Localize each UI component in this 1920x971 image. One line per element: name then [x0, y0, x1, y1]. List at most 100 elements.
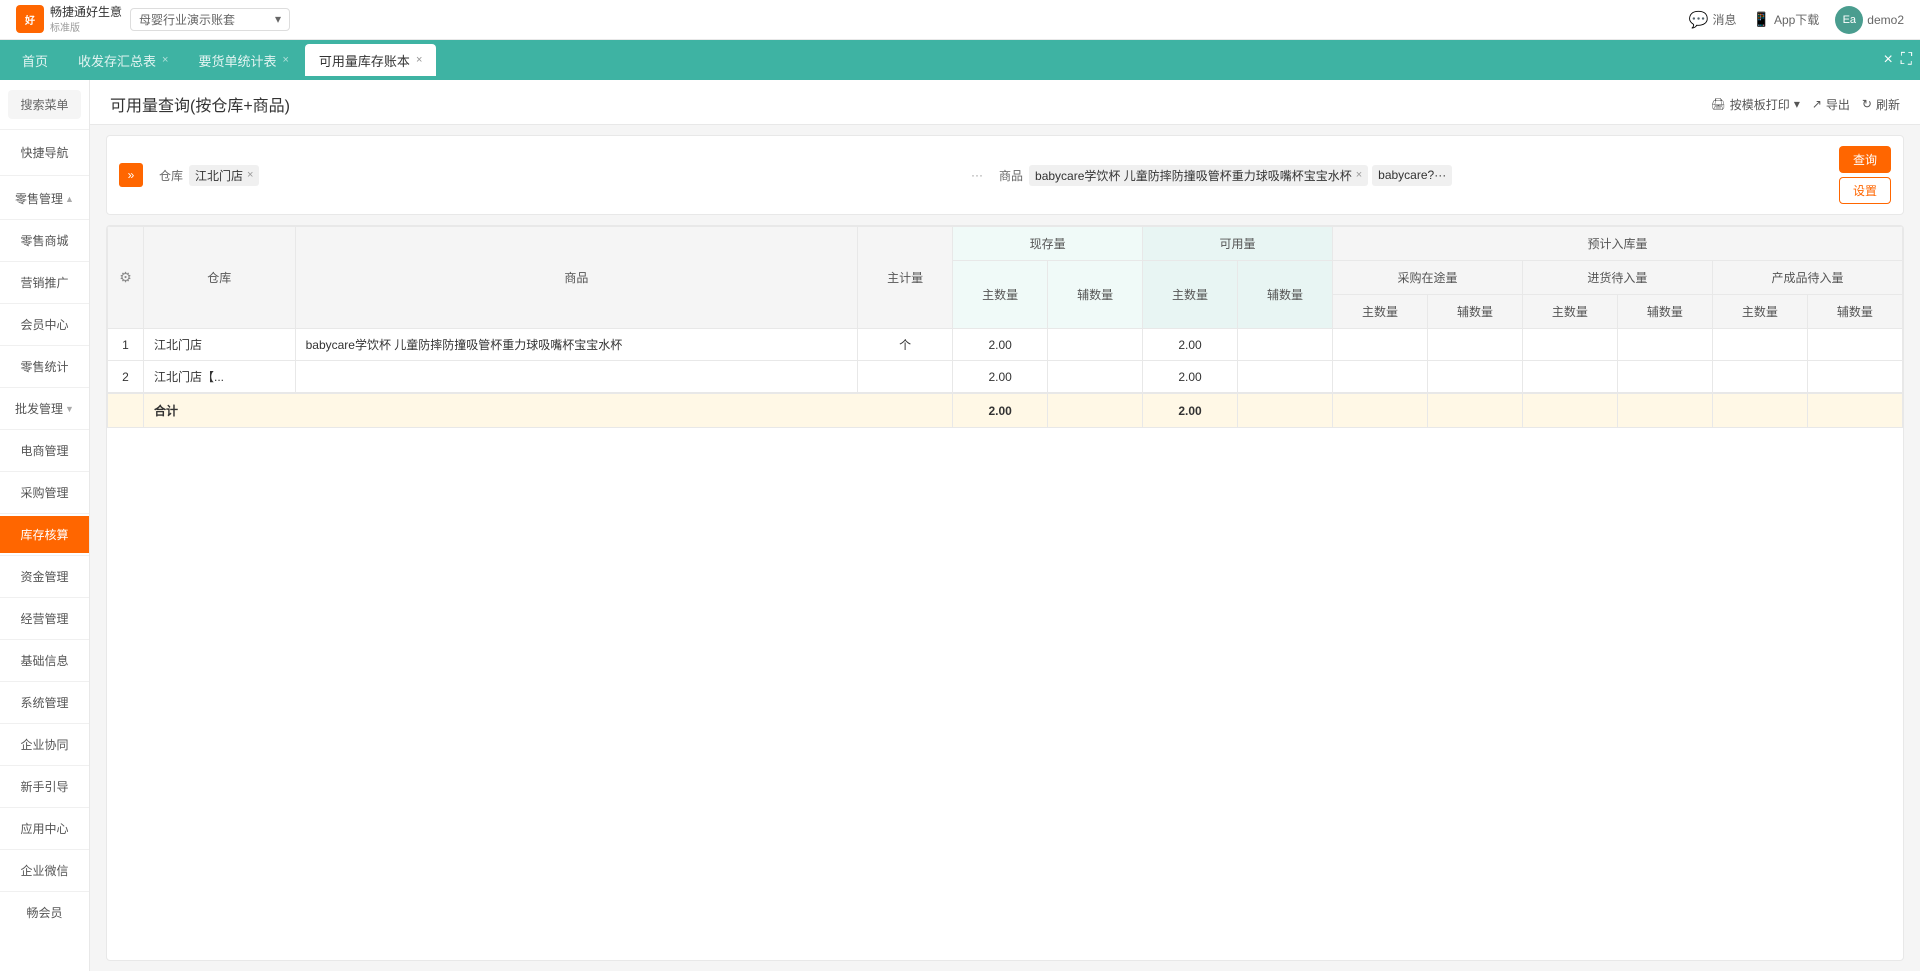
tab-order-summary-close[interactable]: × [282, 54, 288, 66]
filter-bar: » 仓库 江北门店 × ··· 商品 babycare学饮杯 儿童防摔防撞吸管杯… [106, 135, 1904, 215]
warehouse-tag-close[interactable]: × [247, 169, 253, 181]
th-purchase-transit-aux: 辅数量 [1427, 295, 1522, 329]
cell-purchase-transit-aux [1427, 361, 1522, 394]
divider [0, 345, 89, 346]
sidebar-quick-nav-item[interactable]: 快捷导航 [0, 136, 89, 169]
tab-order-summary-label: 要货单统计表 [198, 51, 276, 70]
sidebar-item-basic-info[interactable]: 基础信息 [0, 642, 89, 679]
sidebar-item-retail-mgmt[interactable]: 零售管理 ▲ [0, 180, 89, 217]
sidebar-item-vip-member-label: 畅会员 [26, 906, 62, 920]
cell-purchase-transit-aux [1427, 329, 1522, 361]
th-incoming-main: 主数量 [1522, 295, 1617, 329]
sidebar-item-retail-mall[interactable]: 零售商城 [0, 222, 89, 259]
product-tag-babycare: babycare学饮杯 儿童防摔防撞吸管杯重力球吸嘴杯宝宝水杯 × [1029, 165, 1368, 186]
close-all-tabs-button[interactable]: × [1883, 51, 1892, 69]
cell-incoming-aux [1617, 361, 1712, 394]
footer-label: 合计 [144, 393, 953, 428]
filter-expand-button[interactable]: » [119, 163, 143, 187]
app-download-button[interactable]: 📱 App下载 [1753, 11, 1820, 28]
th-unit: 主计量 [858, 227, 953, 329]
sidebar-item-marketing-label: 营销推广 [20, 276, 68, 290]
sidebar-item-system-mgmt[interactable]: 系统管理 [0, 684, 89, 721]
sidebar-item-member-center[interactable]: 会员中心 [0, 306, 89, 343]
sidebar-item-ecommerce-mgmt[interactable]: 电商管理 [0, 432, 89, 469]
page-header: 可用量查询(按仓库+商品) 🖨 按模板打印 ▾ ↗ 导出 ↻ 刷新 [90, 80, 1920, 125]
refresh-button[interactable]: ↻ 刷新 [1862, 96, 1900, 113]
tab-home[interactable]: 首页 [8, 44, 62, 76]
query-button[interactable]: 查询 [1839, 146, 1891, 173]
print-label: 按模板打印 [1730, 96, 1790, 113]
sidebar-search: 搜索菜单 [0, 80, 89, 130]
main-layout: 搜索菜单 快捷导航 零售管理 ▲ 零售商城 营销推广 会员中心 零售 [0, 80, 1920, 971]
sidebar-item-operations-mgmt[interactable]: 经营管理 [0, 600, 89, 637]
cell-available-main: 2.00 [1143, 361, 1238, 394]
sidebar-item-new-guide[interactable]: 新手引导 [0, 768, 89, 805]
th-incoming-group: 进货待入量 [1522, 261, 1712, 295]
tab-home-label: 首页 [22, 51, 48, 70]
table-scroll[interactable]: ⚙ 仓库 商品 主计量 现存量 可用量 预计入库量 主数量 辅数量 [107, 226, 1903, 428]
export-icon: ↗ [1812, 97, 1822, 111]
sidebar: 搜索菜单 快捷导航 零售管理 ▲ 零售商城 营销推广 会员中心 零售 [0, 80, 90, 971]
tab-receipt-summary-close[interactable]: × [162, 54, 168, 66]
cell-production-aux [1807, 361, 1902, 394]
avatar: Ea [1835, 6, 1863, 34]
divider [0, 723, 89, 724]
product-tag-close[interactable]: × [1356, 169, 1362, 181]
sidebar-item-operations-mgmt-label: 经营管理 [20, 612, 68, 626]
product-filter-tags: babycare学饮杯 儿童防摔防撞吸管杯重力球吸嘴杯宝宝水杯 × babyca… [1029, 165, 1823, 186]
user-area[interactable]: Ea demo2 [1835, 6, 1904, 34]
cell-unit: 个 [858, 329, 953, 361]
data-table: ⚙ 仓库 商品 主计量 现存量 可用量 预计入库量 主数量 辅数量 [107, 226, 1903, 428]
sidebar-item-marketing[interactable]: 营销推广 [0, 264, 89, 301]
warehouse-filter-tags: 江北门店 × [189, 165, 965, 186]
sidebar-item-purchase-mgmt[interactable]: 采购管理 [0, 474, 89, 511]
sidebar-item-inventory-check[interactable]: 库存核算 [0, 516, 89, 553]
top-bar: 好 畅捷通好生意 标准版 母婴行业演示账套 ▾ 💬 消息 📱 App下载 Ea … [0, 0, 1920, 40]
sidebar-item-app-center[interactable]: 应用中心 [0, 810, 89, 847]
th-settings[interactable]: ⚙ [108, 227, 144, 329]
sidebar-item-wholesale-mgmt[interactable]: 批发管理 ▼ [0, 390, 89, 427]
logo-area: 好 畅捷通好生意 标准版 [16, 5, 122, 34]
chevron-up-icon: ▲ [65, 194, 74, 204]
sidebar-item-wholesale-mgmt-label: 批发管理 [15, 400, 63, 417]
tab-available-stock-close[interactable]: × [416, 54, 422, 66]
chevron-down-icon: ▾ [275, 12, 281, 26]
sidebar-item-finance-mgmt[interactable]: 资金管理 [0, 558, 89, 595]
divider [0, 681, 89, 682]
export-button[interactable]: ↗ 导出 [1812, 96, 1850, 113]
template-selector[interactable]: 母婴行业演示账套 ▾ [130, 8, 290, 31]
tab-receipt-summary[interactable]: 收发存汇总表 × [64, 44, 182, 76]
search-menu-button[interactable]: 搜索菜单 [8, 90, 81, 119]
footer-available-aux [1238, 393, 1333, 428]
th-available-aux: 辅数量 [1238, 261, 1333, 329]
chevron-down-icon: ▼ [65, 404, 74, 414]
th-production-main: 主数量 [1712, 295, 1807, 329]
footer-purchase-transit-aux [1427, 393, 1522, 428]
table-row: 1 江北门店 babycare学饮杯 儿童防摔防撞吸管杯重力球吸嘴杯宝宝水杯 个… [108, 329, 1903, 361]
tab-order-summary[interactable]: 要货单统计表 × [184, 44, 302, 76]
avatar-text: Ea [1843, 14, 1856, 26]
user-name: demo2 [1867, 13, 1904, 27]
print-button[interactable]: 🖨 按模板打印 ▾ [1711, 96, 1800, 113]
download-icon: 📱 [1753, 11, 1770, 28]
settings-icon: ⚙ [119, 269, 132, 285]
sidebar-item-new-guide-label: 新手引导 [20, 780, 68, 794]
sidebar-item-member-center-label: 会员中心 [20, 318, 68, 332]
sidebar-item-finance-mgmt-label: 资金管理 [20, 570, 68, 584]
filter-settings-button[interactable]: 设置 [1839, 177, 1891, 204]
divider [0, 261, 89, 262]
fullscreen-button[interactable]: ⛶ [1901, 51, 1912, 69]
footer-incoming-main [1522, 393, 1617, 428]
filter-more-button[interactable]: ··· [971, 168, 983, 182]
sidebar-item-system-mgmt-label: 系统管理 [20, 696, 68, 710]
message-button[interactable]: 💬 消息 [1689, 10, 1737, 30]
message-icon: 💬 [1689, 10, 1709, 30]
cell-unit [858, 361, 953, 394]
sidebar-item-enterprise-wechat[interactable]: 企业微信 [0, 852, 89, 889]
tab-available-stock[interactable]: 可用量库存账本 × [305, 44, 436, 76]
page-actions: 🖨 按模板打印 ▾ ↗ 导出 ↻ 刷新 [1711, 96, 1900, 113]
sidebar-item-vip-member[interactable]: 畅会员 [0, 894, 89, 931]
sidebar-item-enterprise-collab[interactable]: 企业协同 [0, 726, 89, 763]
sidebar-item-retail-stats[interactable]: 零售统计 [0, 348, 89, 385]
warehouse-filter-label: 仓库 [159, 167, 183, 184]
